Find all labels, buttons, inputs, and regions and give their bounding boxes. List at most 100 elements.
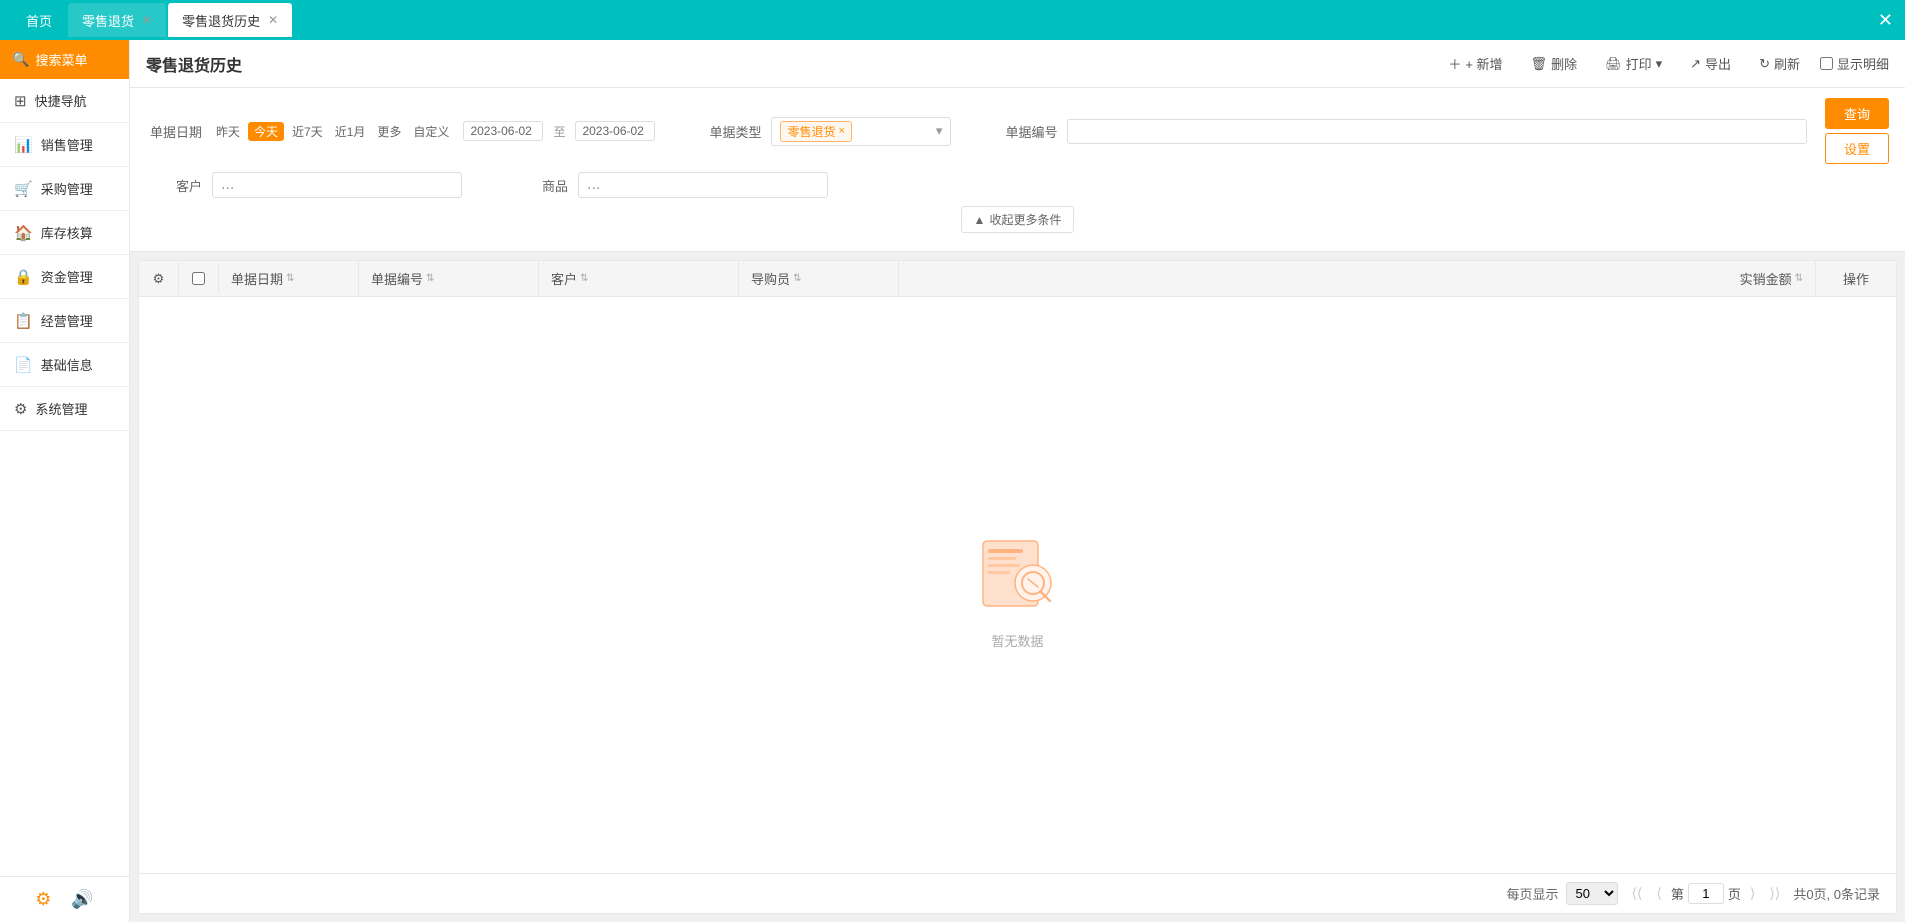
tab-label-zero-return-history: 零售退货历史 xyxy=(182,11,260,30)
page-number-input[interactable] xyxy=(1688,883,1724,904)
type-filter-tag-value: 零售退货 xyxy=(787,123,835,140)
sidebar-item-purchase[interactable]: 🛒 采购管理 xyxy=(0,167,129,211)
sidebar-label-purchase: 采购管理 xyxy=(41,179,93,198)
top-bar: 首页 零售退货 ✕ 零售退货历史 ✕ ✕ xyxy=(0,0,1905,40)
sidebar-item-basic-info[interactable]: 📄 基础信息 xyxy=(0,343,129,387)
delete-label: 删除 xyxy=(1551,54,1577,73)
th-guide-label: 导购员 xyxy=(751,269,790,288)
show-detail-label: 显示明细 xyxy=(1837,54,1889,73)
show-detail-checkbox[interactable] xyxy=(1820,57,1833,70)
page-first-button[interactable]: ⟨⟨ xyxy=(1626,883,1647,904)
settings-gear-icon[interactable]: ⚙ xyxy=(35,889,51,910)
tab-home[interactable]: 首页 xyxy=(12,5,66,36)
query-button[interactable]: 查询 xyxy=(1825,98,1889,129)
type-filter-dropdown-icon: ▾ xyxy=(936,123,943,139)
page-last-button[interactable]: ⟩⟩ xyxy=(1764,883,1785,904)
sidebar: 🔍 搜索菜单 ⊞ 快捷导航 📊 销售管理 🛒 采购管理 🏠 库存核算 🔒 资金管… xyxy=(0,40,130,922)
tab-zero-return[interactable]: 零售退货 ✕ xyxy=(68,3,166,37)
show-detail-checkbox-wrapper: 显示明细 xyxy=(1820,54,1889,73)
collapse-arrow-icon: ▲ xyxy=(974,213,986,227)
add-button[interactable]: ＋ + 新增 xyxy=(1440,50,1510,77)
per-page-select[interactable]: 50 100 200 xyxy=(1566,882,1618,905)
date-btn-today[interactable]: 今天 xyxy=(248,122,284,141)
select-all-checkbox[interactable] xyxy=(192,272,205,285)
delete-icon: 🗑 xyxy=(1531,56,1548,72)
search-menu[interactable]: 🔍 搜索菜单 xyxy=(0,40,129,79)
print-button[interactable]: 🖨 打印 ▾ xyxy=(1597,50,1670,77)
date-filter-label: 单据日期 xyxy=(146,122,202,141)
goods-filter-input[interactable]: ... xyxy=(578,172,828,198)
type-filter-tag-close[interactable]: × xyxy=(838,125,844,137)
th-customer-sort-icon: ⇅ xyxy=(580,273,588,284)
date-btn-1month[interactable]: 近1月 xyxy=(331,122,370,141)
refresh-button[interactable]: ↻ 刷新 xyxy=(1751,50,1808,77)
export-icon: ↗ xyxy=(1690,56,1701,72)
refresh-label: 刷新 xyxy=(1774,54,1800,73)
sidebar-item-inventory[interactable]: 🏠 库存核算 xyxy=(0,211,129,255)
customer-filter-dots: ... xyxy=(221,176,234,194)
sidebar-item-quick-nav[interactable]: ⊞ 快捷导航 xyxy=(0,79,129,123)
toolbar: ＋ + 新增 🗑 删除 🖨 打印 ▾ ↗ 导出 ↻ xyxy=(1440,50,1889,77)
window-close-button[interactable]: ✕ xyxy=(1878,10,1893,31)
page-prev-button[interactable]: ⟨ xyxy=(1651,883,1666,904)
sidebar-item-system[interactable]: ⚙ 系统管理 xyxy=(0,387,129,431)
tab-zero-return-history[interactable]: 零售退货历史 ✕ xyxy=(168,3,292,37)
th-number-sort-icon: ⇅ xyxy=(426,273,434,284)
table-header: ⚙ 单据日期 ⇅ 单据编号 ⇅ 客户 ⇅ 导购员 ⇅ xyxy=(139,261,1896,297)
page-header: 零售退货历史 ＋ + 新增 🗑 删除 🖨 打印 ▾ ↗ 导出 xyxy=(130,40,1905,88)
date-btn-7days[interactable]: 近7天 xyxy=(288,122,327,141)
customer-filter-input[interactable]: ... xyxy=(212,172,462,198)
number-filter-input[interactable] xyxy=(1067,119,1807,144)
pagination: 每页显示 50 100 200 ⟨⟨ ⟨ 第 页 ⟩ ⟩⟩ 共0页, 0条记录 xyxy=(139,873,1896,913)
sidebar-label-finance: 资金管理 xyxy=(41,267,93,286)
th-settings[interactable]: ⚙ xyxy=(139,263,179,295)
sidebar-item-operation[interactable]: 📋 经营管理 xyxy=(0,299,129,343)
main-layout: 🔍 搜索菜单 ⊞ 快捷导航 📊 销售管理 🛒 采购管理 🏠 库存核算 🔒 资金管… xyxy=(0,40,1905,922)
quick-nav-icon: ⊞ xyxy=(14,92,27,110)
type-filter-label: 单据类型 xyxy=(705,122,761,141)
sales-icon: 📊 xyxy=(14,136,33,154)
sidebar-item-finance[interactable]: 🔒 资金管理 xyxy=(0,255,129,299)
search-icon: 🔍 xyxy=(12,51,29,68)
filter-row-1: 单据日期 昨天 今天 近7天 近1月 更多 自定义 至 单据类型 零售退货 × xyxy=(146,98,1889,164)
page-nav: ⟨⟨ ⟨ 第 页 ⟩ ⟩⟩ xyxy=(1626,883,1785,904)
page-next-button[interactable]: ⟩ xyxy=(1745,883,1760,904)
th-guide[interactable]: 导购员 ⇅ xyxy=(739,261,899,296)
set-button[interactable]: 设置 xyxy=(1825,133,1889,164)
sidebar-label-sales: 销售管理 xyxy=(41,135,93,154)
tab-close-zero-return-history[interactable]: ✕ xyxy=(268,13,278,27)
tab-close-zero-return[interactable]: ✕ xyxy=(142,13,152,27)
page-label: 第 xyxy=(1671,884,1684,903)
per-page-label: 每页显示 xyxy=(1506,884,1558,903)
th-guide-sort-icon: ⇅ xyxy=(793,273,801,284)
date-btn-more[interactable]: 更多 xyxy=(373,122,405,141)
search-menu-label: 搜索菜单 xyxy=(35,50,87,69)
sidebar-label-quick-nav: 快捷导航 xyxy=(35,91,87,110)
th-action: 操作 xyxy=(1816,261,1896,296)
volume-icon[interactable]: 🔊 xyxy=(71,889,93,910)
th-amount-sort-icon: ⇅ xyxy=(1795,273,1803,284)
type-filter-select[interactable]: 零售退货 × ▾ xyxy=(771,117,951,146)
th-checkbox[interactable] xyxy=(179,264,219,293)
delete-button[interactable]: 🗑 删除 xyxy=(1523,50,1586,77)
tab-label-zero-return: 零售退货 xyxy=(82,11,134,30)
print-label: 打印 xyxy=(1626,54,1652,73)
date-btn-custom[interactable]: 自定义 xyxy=(409,122,453,141)
tab-list: 首页 零售退货 ✕ 零售退货历史 ✕ xyxy=(12,3,1878,37)
th-amount-label: 实销金额 xyxy=(1740,269,1792,288)
sidebar-item-sales[interactable]: 📊 销售管理 xyxy=(0,123,129,167)
customer-filter-label: 客户 xyxy=(146,176,202,195)
th-customer[interactable]: 客户 ⇅ xyxy=(539,261,739,296)
export-button[interactable]: ↗ 导出 xyxy=(1682,50,1739,77)
collapse-button[interactable]: ▲ 收起更多条件 xyxy=(961,206,1075,233)
th-date-sort-icon: ⇅ xyxy=(286,273,294,284)
th-number[interactable]: 单据编号 ⇅ xyxy=(359,261,539,296)
th-amount[interactable]: 实销金额 ⇅ xyxy=(899,261,1816,296)
date-to-input[interactable] xyxy=(575,121,655,141)
th-date[interactable]: 单据日期 ⇅ xyxy=(219,261,359,296)
date-btn-yesterday[interactable]: 昨天 xyxy=(212,122,244,141)
date-from-input[interactable] xyxy=(463,121,543,141)
filter-row-2: 客户 ... 商品 ... xyxy=(146,172,1889,198)
goods-filter-label: 商品 xyxy=(512,176,568,195)
print-icon: 🖨 xyxy=(1605,56,1622,72)
